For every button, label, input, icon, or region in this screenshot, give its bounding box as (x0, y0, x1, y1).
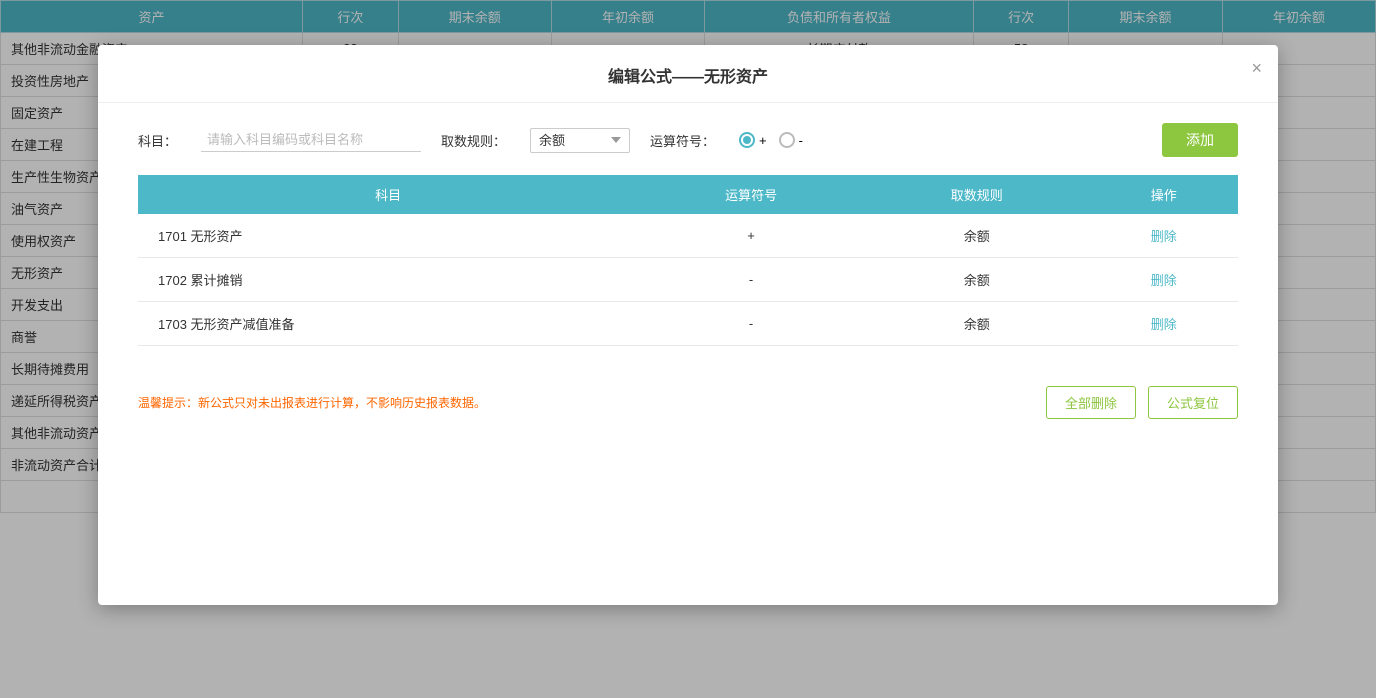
operator-plus-radio[interactable]: + (739, 132, 767, 148)
modal-header: 编辑公式——无形资产 × (98, 45, 1278, 103)
add-button[interactable]: 添加 (1162, 123, 1238, 157)
modal-backdrop: 编辑公式——无形资产 × 科目： 取数规则： 余额 借方发生额 贷方发生额 期初… (0, 0, 1376, 698)
delete-all-button[interactable]: 全部删除 (1046, 386, 1136, 419)
delete-link[interactable]: 删除 (1151, 229, 1177, 244)
col-action: 操作 (1090, 175, 1238, 214)
modal-dialog: 编辑公式——无形资产 × 科目： 取数规则： 余额 借方发生额 贷方发生额 期初… (98, 45, 1278, 605)
formula-subject: 1702 累计摊销 (138, 258, 638, 302)
reset-button[interactable]: 公式复位 (1148, 386, 1238, 419)
formula-subject: 1703 无形资产减值准备 (138, 302, 638, 346)
radio-minus-indicator (779, 132, 795, 148)
formula-rule: 余额 (864, 302, 1090, 346)
close-button[interactable]: × (1251, 59, 1262, 77)
inner-table-wrapper: 科目 运算符号 取数规则 操作 1701 无形资产 + 余额 删除 1702 累… (138, 175, 1238, 346)
formula-row: 1703 无形资产减值准备 - 余额 删除 (138, 302, 1238, 346)
delete-link[interactable]: 删除 (1151, 317, 1177, 332)
subject-label: 科目： (138, 131, 177, 150)
formula-operator: - (638, 302, 864, 346)
formula-rule: 余额 (864, 258, 1090, 302)
modal-footer: 温馨提示：新公式只对未出报表进行计算，不影响历史报表数据。 全部删除 公式复位 (98, 366, 1278, 419)
formula-action: 删除 (1090, 302, 1238, 346)
modal-title: 编辑公式——无形资产 (608, 63, 768, 87)
operator-minus-radio[interactable]: - (779, 132, 803, 148)
formula-rule: 余额 (864, 214, 1090, 258)
subject-input[interactable] (201, 128, 421, 152)
formula-row: 1702 累计摊销 - 余额 删除 (138, 258, 1238, 302)
rule-select-wrapper: 余额 借方发生额 贷方发生额 期初余额 (530, 128, 630, 153)
form-row: 科目： 取数规则： 余额 借方发生额 贷方发生额 期初余额 运算符号： + (98, 103, 1278, 175)
formula-operator: + (638, 214, 864, 258)
formula-row: 1701 无形资产 + 余额 删除 (138, 214, 1238, 258)
formula-operator: - (638, 258, 864, 302)
formula-subject: 1701 无形资产 (138, 214, 638, 258)
operator-label: 运算符号： (650, 131, 715, 150)
rule-select[interactable]: 余额 借方发生额 贷方发生额 期初余额 (530, 128, 630, 153)
footer-buttons: 全部删除 公式复位 (1046, 386, 1238, 419)
formula-table: 科目 运算符号 取数规则 操作 1701 无形资产 + 余额 删除 1702 累… (138, 175, 1238, 346)
operator-minus-label: - (799, 133, 803, 148)
formula-action: 删除 (1090, 214, 1238, 258)
delete-link[interactable]: 删除 (1151, 273, 1177, 288)
radio-plus-indicator (739, 132, 755, 148)
operator-plus-label: + (759, 133, 767, 148)
rule-label: 取数规则： (441, 131, 506, 150)
operator-radio-group: + - (739, 132, 803, 148)
col-subject: 科目 (138, 175, 638, 214)
formula-action: 删除 (1090, 258, 1238, 302)
tip-text: 温馨提示：新公式只对未出报表进行计算，不影响历史报表数据。 (138, 394, 486, 411)
col-rule: 取数规则 (864, 175, 1090, 214)
col-operator: 运算符号 (638, 175, 864, 214)
